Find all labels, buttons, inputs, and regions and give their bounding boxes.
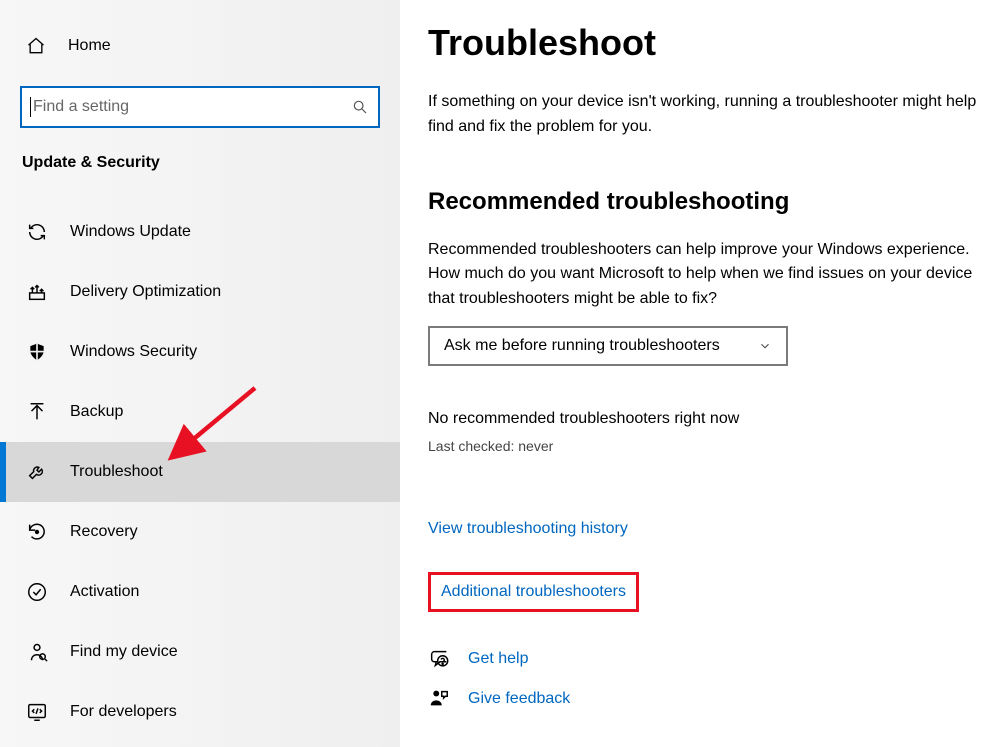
category-label: Update & Security bbox=[22, 154, 400, 172]
nav-item-delivery-optimization[interactable]: Delivery Optimization bbox=[0, 262, 400, 322]
backup-icon bbox=[26, 401, 48, 423]
dropdown-value: Ask me before running troubleshooters bbox=[444, 337, 720, 355]
nav-item-label: Windows Update bbox=[70, 223, 191, 241]
shield-icon bbox=[26, 341, 48, 363]
search-icon bbox=[352, 99, 368, 115]
search-field[interactable] bbox=[33, 88, 352, 126]
get-help-link[interactable]: Get help bbox=[428, 648, 978, 670]
nav-item-label: Activation bbox=[70, 583, 139, 601]
nav-item-activation[interactable]: Activation bbox=[0, 562, 400, 622]
nav-item-label: For developers bbox=[70, 703, 177, 721]
main-panel: Troubleshoot If something on your device… bbox=[400, 0, 1008, 747]
status-text: No recommended troubleshooters right now bbox=[428, 410, 978, 428]
sync-icon bbox=[26, 221, 48, 243]
search-input[interactable] bbox=[20, 86, 380, 128]
nav-item-label: Delivery Optimization bbox=[70, 283, 221, 301]
give-feedback-link[interactable]: Give feedback bbox=[428, 688, 978, 710]
sidebar: Home Update & Security bbox=[0, 0, 400, 747]
nav-item-recovery[interactable]: Recovery bbox=[0, 502, 400, 562]
activation-icon bbox=[26, 581, 48, 603]
link-history[interactable]: View troubleshooting history bbox=[428, 520, 628, 538]
text-caret bbox=[30, 97, 31, 117]
home-label: Home bbox=[68, 37, 111, 55]
recommended-body: Recommended troubleshooters can help imp… bbox=[428, 238, 978, 312]
recovery-icon bbox=[26, 521, 48, 543]
nav-item-for-developers[interactable]: For developers bbox=[0, 682, 400, 742]
find-device-icon bbox=[26, 641, 48, 663]
nav-item-backup[interactable]: Backup bbox=[0, 382, 400, 442]
chevron-down-icon bbox=[758, 339, 772, 353]
nav-item-find-my-device[interactable]: Find my device bbox=[0, 622, 400, 682]
nav-list: Windows Update Delivery Optimization bbox=[0, 202, 400, 742]
get-help-label: Get help bbox=[468, 650, 528, 668]
developers-icon bbox=[26, 701, 48, 723]
wrench-icon bbox=[26, 461, 48, 483]
give-feedback-label: Give feedback bbox=[468, 690, 570, 708]
nav-item-windows-security[interactable]: Windows Security bbox=[0, 322, 400, 382]
recommended-dropdown[interactable]: Ask me before running troubleshooters bbox=[428, 326, 788, 366]
home-button[interactable]: Home bbox=[0, 24, 400, 68]
recommended-heading: Recommended troubleshooting bbox=[428, 188, 978, 216]
nav-item-troubleshoot[interactable]: Troubleshoot bbox=[0, 442, 400, 502]
home-icon bbox=[26, 36, 46, 56]
delivery-icon bbox=[26, 281, 48, 303]
status-subtext: Last checked: never bbox=[428, 438, 978, 454]
help-icon bbox=[428, 648, 450, 670]
nav-item-label: Find my device bbox=[70, 643, 178, 661]
nav-item-label: Troubleshoot bbox=[70, 463, 163, 481]
annotation-highlight: Additional troubleshooters bbox=[428, 572, 639, 612]
nav-item-label: Recovery bbox=[70, 523, 138, 541]
nav-item-label: Windows Security bbox=[70, 343, 197, 361]
nav-item-label: Backup bbox=[70, 403, 123, 421]
nav-item-windows-update[interactable]: Windows Update bbox=[0, 202, 400, 262]
page-title: Troubleshoot bbox=[428, 22, 978, 64]
feedback-icon bbox=[428, 688, 450, 710]
intro-text: If something on your device isn't workin… bbox=[428, 90, 978, 140]
link-additional-troubleshooters[interactable]: Additional troubleshooters bbox=[441, 583, 626, 601]
